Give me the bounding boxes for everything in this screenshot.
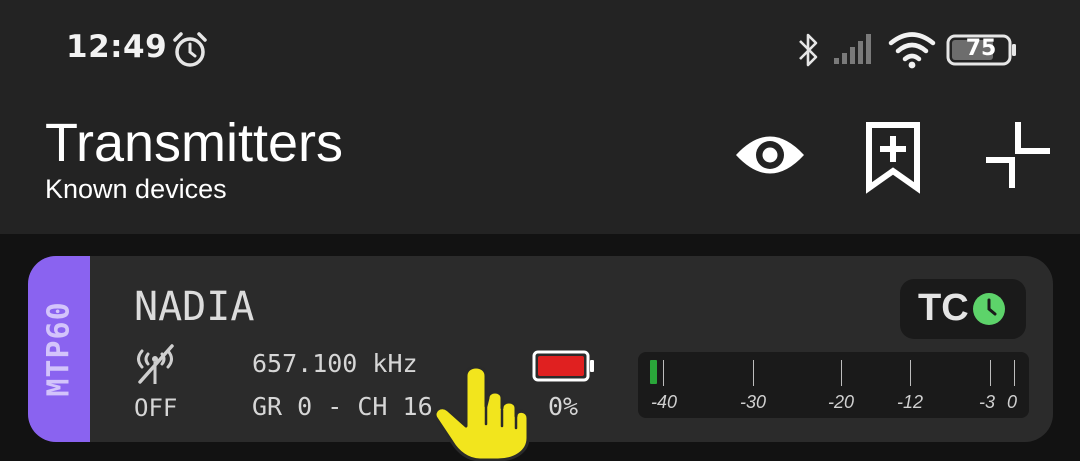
app-bar: Transmitters Known devices xyxy=(0,96,1080,234)
device-card[interactable]: MTP60 NADIA OFF 657.100 kHz GR 0 - CH 16… xyxy=(28,256,1053,442)
page-subtitle: Known devices xyxy=(45,174,227,204)
meter-label: 0 xyxy=(1006,392,1018,412)
meter-tick xyxy=(841,360,842,386)
device-model: MTP60 xyxy=(41,301,77,397)
meter-tick xyxy=(753,360,754,386)
clock-icon xyxy=(973,293,1005,325)
meter-label: -20 xyxy=(827,392,855,412)
status-time: 12:49 xyxy=(66,29,168,65)
model-strip: MTP60 xyxy=(28,256,90,442)
wifi-icon xyxy=(888,32,936,69)
bookmark-add-icon xyxy=(866,122,920,194)
eye-button[interactable] xyxy=(730,124,810,186)
meter-tick xyxy=(990,360,991,386)
timecode-label: TC xyxy=(918,287,969,329)
add-bookmark-button[interactable] xyxy=(858,120,928,194)
antenna-status: OFF xyxy=(134,394,178,422)
battery-low-icon xyxy=(532,350,594,382)
signal-icon xyxy=(834,34,871,64)
meter-label: -30 xyxy=(739,392,767,412)
battery-level: 75 xyxy=(965,36,997,61)
antenna-off-icon xyxy=(137,344,174,384)
meter-tick xyxy=(910,360,911,386)
status-bar: 12:49 75 xyxy=(0,0,1080,96)
page-title: Transmitters xyxy=(45,113,344,173)
battery-percent: 0% xyxy=(548,392,579,421)
eye-icon xyxy=(736,136,804,174)
audio-level-bar xyxy=(650,360,657,384)
meter-label: -12 xyxy=(896,392,924,412)
meter-label: -3 xyxy=(978,392,996,412)
collapse-button[interactable] xyxy=(978,118,1058,192)
meter-tick xyxy=(663,360,664,386)
touch-hand-icon xyxy=(433,365,530,461)
timecode-badge[interactable]: TC xyxy=(900,279,1026,339)
bluetooth-icon xyxy=(799,33,818,67)
frequency-value: 657.100 kHz xyxy=(252,349,418,378)
meter-label: -40 xyxy=(650,392,678,412)
audio-level-meter: -40 -30 -20 -12 -3 0 xyxy=(638,352,1029,418)
group-channel-value: GR 0 - CH 16 xyxy=(252,392,433,421)
collapse-icon xyxy=(986,122,1050,188)
device-name: NADIA xyxy=(134,284,255,330)
alarm-icon xyxy=(173,32,207,67)
meter-tick xyxy=(1014,360,1015,386)
